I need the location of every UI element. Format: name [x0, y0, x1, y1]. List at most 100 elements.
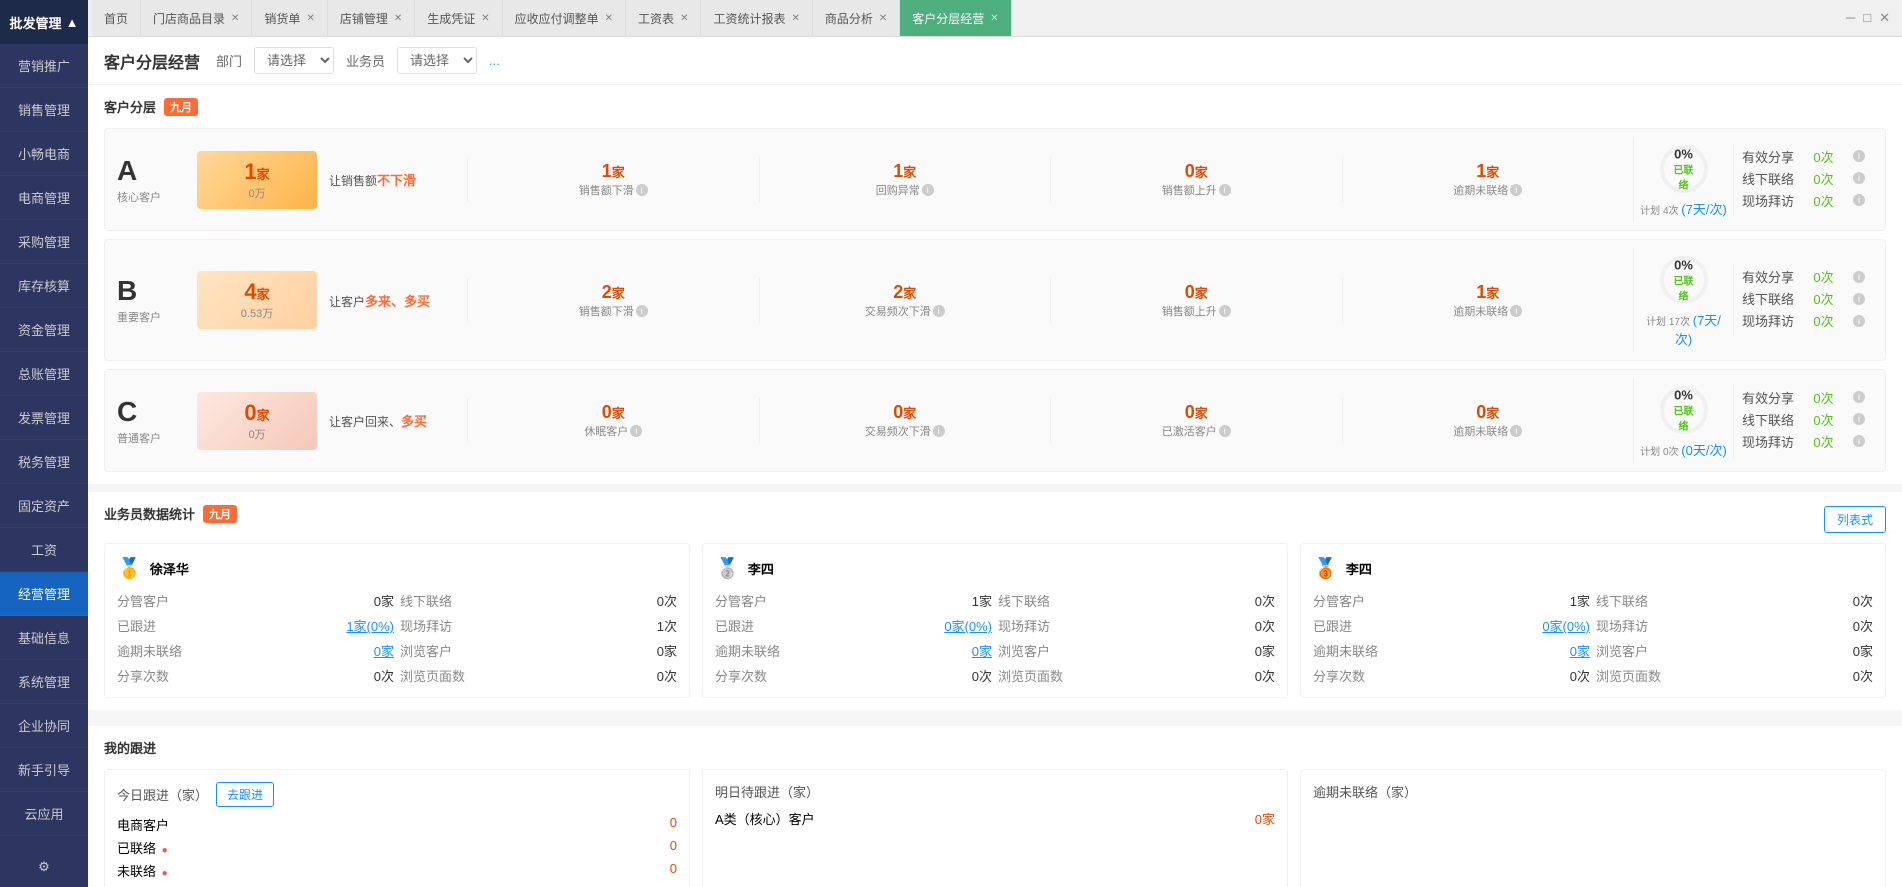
sidebar-item-小畅电商[interactable]: 小畅电商 — [0, 132, 88, 176]
staff-header-0: 🥇徐泽华 — [117, 556, 677, 581]
staff-stat-value: 0次 — [1255, 666, 1275, 685]
sidebar-item-系统管理[interactable]: 系统管理 — [0, 660, 88, 704]
today-followup-title: 今日跟进（家） 去跟进 — [117, 782, 677, 807]
staff-stats-grid: 分管客户0家线下联络0次已跟进1家(0%)现场拜访1次逾期未联络0家浏览客户0家… — [117, 591, 677, 685]
tab-close-icon[interactable]: ✕ — [231, 13, 239, 24]
page-header: 客户分层经营 部门 请选择 业务员 请选择 ... — [88, 37, 1902, 85]
tier-suggestion-A: 让销售额不下滑 — [317, 170, 467, 189]
tab-window-actions[interactable]: ─ □ ✕ — [1838, 10, 1898, 26]
minimize-icon[interactable]: ─ — [1846, 10, 1855, 26]
tab-工资表[interactable]: 工资表✕ — [626, 0, 701, 36]
staff-stat-row: 浏览页面数0次 — [998, 666, 1275, 685]
tab-门店商品目录[interactable]: 门店商品目录✕ — [141, 0, 252, 36]
staff-card-0: 🥇徐泽华分管客户0家线下联络0次已跟进1家(0%)现场拜访1次逾期未联络0家浏览… — [104, 543, 690, 698]
sidebar-item-企业协同[interactable]: 企业协同 — [0, 704, 88, 748]
tab-close-icon[interactable]: ✕ — [791, 13, 799, 24]
tab-bar: 首页门店商品目录✕销货单✕店铺管理✕生成凭证✕应收应付调整单✕工资表✕工资统计报… — [88, 0, 1902, 37]
sidebar-item-发票管理[interactable]: 发票管理 — [0, 396, 88, 440]
tab-close-icon[interactable]: ✕ — [605, 13, 613, 24]
today-stat-uncontacted: 未联络 ● 0 — [117, 861, 677, 880]
tab-应收应付调整单[interactable]: 应收应付调整单✕ — [503, 0, 626, 36]
customer-section: 客户分层 九月 A核心客户1家0万让销售额不下滑1家销售额下滑 i1家回购异常 … — [88, 85, 1902, 484]
staff-stat-value[interactable]: 0家 — [1570, 641, 1590, 660]
sidebar-item-基础信息[interactable]: 基础信息 — [0, 616, 88, 660]
tier-count-B[interactable]: 4家0.53万 — [197, 271, 317, 329]
followup-section: 我的跟进 今日跟进（家） 去跟进 电商客户 0 已联络 ● 0 — [88, 718, 1902, 887]
sidebar-item-税务管理[interactable]: 税务管理 — [0, 440, 88, 484]
staff-stat-row: 现场拜访0次 — [1596, 616, 1873, 635]
staff-grid: 🥇徐泽华分管客户0家线下联络0次已跟进1家(0%)现场拜访1次逾期未联络0家浏览… — [104, 543, 1886, 698]
staff-stat-value[interactable]: 0家(0%) — [944, 616, 992, 635]
tab-close-icon[interactable]: ✕ — [680, 13, 688, 24]
staff-select[interactable]: 请选择 — [397, 47, 477, 74]
staff-stat-value: 0次 — [1255, 616, 1275, 635]
staff-stat-value[interactable]: 1家(0%) — [346, 616, 394, 635]
tier-row-A: A核心客户1家0万让销售额不下滑1家销售额下滑 i1家回购异常 i0家销售额上升… — [104, 128, 1886, 231]
tab-生成凭证[interactable]: 生成凭证✕ — [415, 0, 502, 36]
sidebar-item-新手引导[interactable]: 新手引导 — [0, 748, 88, 792]
staff-stat-value[interactable]: 0家 — [972, 641, 992, 660]
staff-name: 李四 — [1346, 559, 1372, 578]
staff-stat-value[interactable]: 0家 — [374, 641, 394, 660]
goto-followup-button[interactable]: 去跟进 — [216, 782, 274, 807]
tier-stat-item[interactable]: 1家回购异常 i — [759, 157, 1051, 202]
dept-select[interactable]: 请选择 — [254, 47, 334, 74]
staff-stat-row: 线下联络0次 — [998, 591, 1275, 610]
sidebar-item-经营管理[interactable]: 经营管理 — [0, 572, 88, 616]
tier-count-C[interactable]: 0家0万 — [197, 392, 317, 450]
tier-stat-item[interactable]: 1家逾期未联络 i — [1342, 157, 1634, 202]
sidebar-item-总账管理[interactable]: 总账管理 — [0, 352, 88, 396]
staff-stat-value[interactable]: 0家(0%) — [1542, 616, 1590, 635]
tier-stat-item[interactable]: 0家销售额上升 i — [1050, 157, 1342, 202]
tab-close-icon[interactable]: ✕ — [394, 13, 402, 24]
staff-name: 李四 — [748, 559, 774, 578]
staff-card-1: 🥈李四分管客户1家线下联络0次已跟进0家(0%)现场拜访0次逾期未联络0家浏览客… — [702, 543, 1288, 698]
tier-count-A[interactable]: 1家0万 — [197, 151, 317, 209]
sidebar-item-库存核算[interactable]: 库存核算 — [0, 264, 88, 308]
sidebar-item-采购管理[interactable]: 采购管理 — [0, 220, 88, 264]
tab-客户分层经营[interactable]: 客户分层经营✕ — [900, 0, 1011, 36]
sidebar-settings[interactable]: ⚙ — [0, 847, 88, 887]
sidebar-item-销售管理[interactable]: 销售管理 — [0, 88, 88, 132]
tier-label-C: C普通客户 — [117, 396, 197, 446]
tab-close-icon[interactable]: ✕ — [481, 13, 489, 24]
tab-close-icon[interactable]: ✕ — [879, 13, 887, 24]
tab-商品分析[interactable]: 商品分析✕ — [813, 0, 900, 36]
tier-stat-item[interactable]: 0家销售额上升 i — [1050, 278, 1342, 323]
business-section: 业务员数据统计 九月 列表式 🥇徐泽华分管客户0家线下联络0次已跟进1家(0%)… — [88, 492, 1902, 710]
tab-店铺管理[interactable]: 店铺管理✕ — [328, 0, 415, 36]
right-stat-row: 有效分享0次i — [1742, 267, 1865, 286]
tab-close-icon[interactable]: ✕ — [306, 13, 314, 24]
today-followup-card: 今日跟进（家） 去跟进 电商客户 0 已联络 ● 0 未联络 ● 0 — [104, 769, 690, 887]
tab-close-icon[interactable]: ✕ — [990, 13, 998, 24]
sidebar-item-云应用[interactable]: 云应用 — [0, 792, 88, 836]
tier-stat-item[interactable]: 2家销售额下滑 i — [467, 278, 759, 323]
sidebar-item-电商管理[interactable]: 电商管理 — [0, 176, 88, 220]
right-stat-row: 现场拜访0次i — [1742, 191, 1865, 210]
staff-stat-value: 0次 — [374, 666, 394, 685]
more-filter-btn[interactable]: ... — [489, 53, 500, 68]
tab-首页[interactable]: 首页 — [92, 0, 141, 36]
sidebar-item-固定资产[interactable]: 固定资产 — [0, 484, 88, 528]
overdue-title: 逾期未联络（家） — [1313, 782, 1873, 801]
right-stat-row: 线下联络0次i — [1742, 169, 1865, 188]
tab-工资统计报表[interactable]: 工资统计报表✕ — [701, 0, 812, 36]
tomorrow-followup-card: 明日待跟进（家） A类（核心）客户 0家 — [702, 769, 1288, 887]
dept-label: 部门 — [216, 51, 242, 70]
list-view-button[interactable]: 列表式 — [1824, 506, 1886, 533]
sidebar-item-工资[interactable]: 工资 — [0, 528, 88, 572]
tier-stat-item[interactable]: 0家休眠客户 i — [467, 398, 759, 443]
tab-销货单[interactable]: 销货单✕ — [252, 0, 327, 36]
tier-stat-item[interactable]: 2家交易频次下滑 i — [759, 278, 1051, 323]
sidebar-item-资金管理[interactable]: 资金管理 — [0, 308, 88, 352]
maximize-icon[interactable]: □ — [1863, 10, 1871, 26]
tier-stat-item[interactable]: 0家已激活客户 i — [1050, 398, 1342, 443]
staff-stat-value: 0次 — [657, 591, 677, 610]
close-icon[interactable]: ✕ — [1879, 10, 1890, 26]
tier-stat-item[interactable]: 1家逾期未联络 i — [1342, 278, 1634, 323]
tier-stat-item[interactable]: 0家逾期未联络 i — [1342, 398, 1634, 443]
today-stat-ecustomer: 电商客户 0 — [117, 815, 677, 834]
tier-stat-item[interactable]: 1家销售额下滑 i — [467, 157, 759, 202]
sidebar-item-营销推广[interactable]: 营销推广 — [0, 44, 88, 88]
tier-stat-item[interactable]: 0家交易频次下滑 i — [759, 398, 1051, 443]
